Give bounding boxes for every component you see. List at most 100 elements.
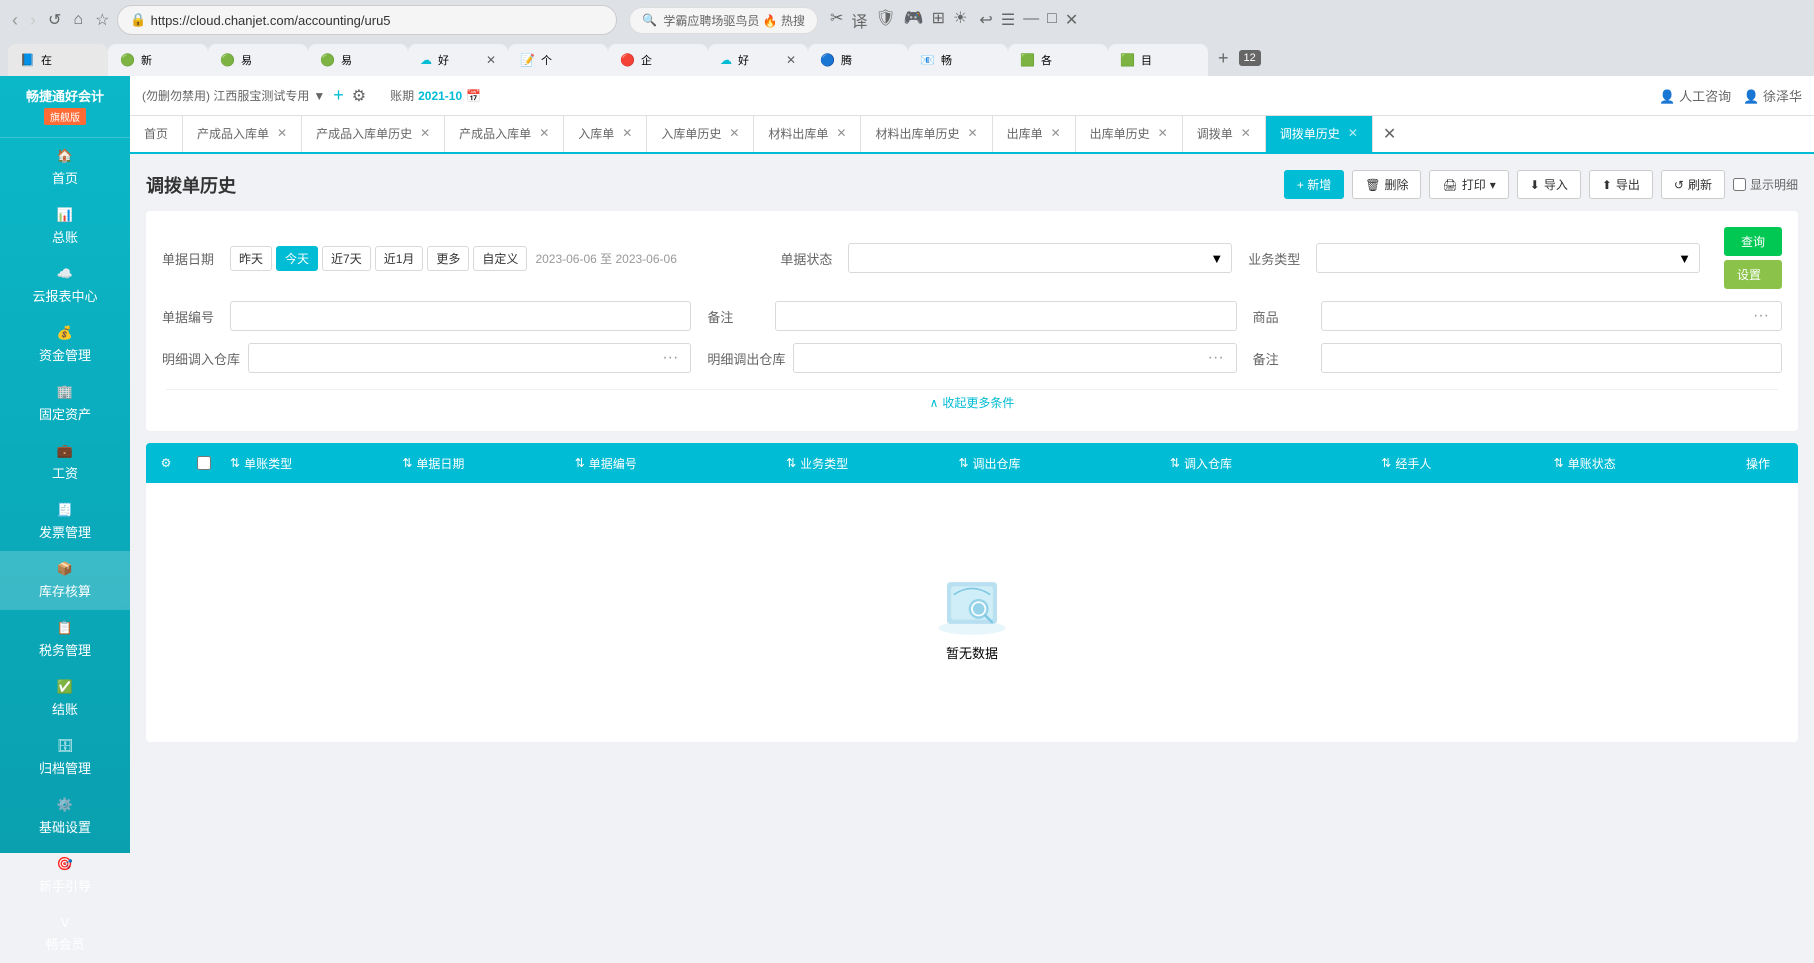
sidebar-item-ledger[interactable]: 📊 总账 [0,197,130,256]
th-biz[interactable]: ⇅ 业务类型 [778,455,950,472]
tab-close-out[interactable]: ✕ [1051,126,1061,140]
minimize-btn[interactable]: — [1023,10,1039,30]
sidebar-item-reports[interactable]: ☁️ 云报表中心 [0,256,130,315]
address-bar[interactable]: 🔒 https://cloud.chanjet.com/accounting/u… [117,5,617,35]
browser-tab-2[interactable]: 🟢 易 [208,44,308,76]
tab-close-4[interactable]: ✕ [486,53,496,67]
date-btn-yesterday[interactable]: 昨天 [230,246,272,271]
browser-home[interactable]: ⌂ [69,7,87,33]
refresh-btn[interactable]: ↺ 刷新 [1661,170,1725,199]
tab-close-out-history[interactable]: ✕ [1158,126,1168,140]
browser-tab-8[interactable]: 🔵 腾 [808,44,908,76]
new-tab-btn[interactable]: + [1208,42,1239,75]
tab-home[interactable]: 首页 [130,116,183,152]
th-handler[interactable]: ⇅ 经手人 [1373,455,1545,472]
collapse-btn[interactable]: ∧ 收起更多条件 [166,394,1778,411]
print-btn[interactable]: 🖨 打印 ▾ [1429,170,1508,199]
browser-tab-10[interactable]: 🟩 各 [1008,44,1108,76]
sidebar-item-member[interactable]: V 畅会员 [0,905,130,963]
browser-reload[interactable]: ↺ [44,6,65,34]
tab-product-in-history[interactable]: 产成品入库单历史 ✕ [302,116,445,152]
export-btn[interactable]: ⬆ 导出 [1589,170,1653,199]
sidebar-item-tax[interactable]: 📋 税务管理 [0,610,130,669]
tab-in[interactable]: 入库单 ✕ [564,116,647,152]
tab-out-history[interactable]: 出库单历史 ✕ [1076,116,1183,152]
menu-icon[interactable]: ☰ [1001,10,1015,30]
browser-tab-11[interactable]: 🟩 目 [1108,44,1208,76]
detail-out-ellipsis-btn[interactable]: ··· [1204,349,1228,367]
query-btn[interactable]: 查询 [1724,227,1782,256]
goods-ellipsis-btn[interactable]: ··· [1749,307,1773,325]
tab-close-product-in-history[interactable]: ✕ [420,126,430,140]
browser-tab-3[interactable]: 🟢 易 [308,44,408,76]
sidebar-item-funds[interactable]: 💰 资金管理 [0,315,130,374]
remark-input[interactable] [775,301,1236,331]
tab-close-transfer-history[interactable]: ✕ [1348,126,1358,140]
browser-tab-4[interactable]: ☁ 好 ✕ [408,44,508,76]
settings-config-btn[interactable]: 设置 [1724,260,1782,289]
th-gear[interactable]: ⚙ [146,456,186,470]
grid-icon[interactable]: ⊞ [932,8,945,32]
tab-close-7[interactable]: ✕ [786,53,796,67]
doc-num-input[interactable] [230,301,691,331]
tab-close-product-in-2[interactable]: ✕ [539,126,549,140]
undo-icon[interactable]: ↩ [979,10,992,30]
detail-out-input-wrapper[interactable]: ··· [793,343,1236,373]
date-btn-custom[interactable]: 自定义 [473,246,527,271]
new-btn[interactable]: + 新增 [1284,170,1344,199]
translate-icon[interactable]: 译 [851,8,867,32]
settings-gear-icon[interactable]: ⚙ [352,86,366,106]
browser-tab-6[interactable]: 🔴 企 [608,44,708,76]
sidebar-item-salary[interactable]: 💼 工资 [0,433,130,492]
maximize-btn[interactable]: □ [1047,10,1057,30]
tab-in-history[interactable]: 入库单历史 ✕ [647,116,754,152]
tab-transfer[interactable]: 调拨单 ✕ [1183,116,1266,152]
browser-search[interactable]: 🔍 学霸应聘场驱鸟员 🔥 热搜 [629,7,818,34]
th-checkbox[interactable] [186,456,222,470]
gamepad-icon[interactable]: 🎮 [904,8,924,32]
tab-close-material-out[interactable]: ✕ [836,126,846,140]
tab-out[interactable]: 出库单 ✕ [993,116,1076,152]
sidebar-item-home[interactable]: 🏠 首页 [0,138,130,197]
date-btn-today[interactable]: 今天 [276,246,318,271]
sidebar-item-archive[interactable]: 🗄 归档管理 [0,728,130,787]
browser-tab-5[interactable]: 📝 个 [508,44,608,76]
detail-in-input-wrapper[interactable]: ··· [248,343,691,373]
th-date[interactable]: ⇅ 单据日期 [394,455,566,472]
sidebar-item-close[interactable]: ✅ 结账 [0,669,130,728]
browser-tab-9[interactable]: 📧 畅 [908,44,1008,76]
close-btn[interactable]: ✕ [1065,10,1078,30]
sidebar-item-settings[interactable]: ⚙️ 基础设置 [0,787,130,846]
date-btn-7days[interactable]: 近7天 [322,246,371,271]
tab-transfer-history[interactable]: 调拨单历史 ✕ [1266,116,1373,152]
tab-product-in[interactable]: 产成品入库单 ✕ [183,116,302,152]
browser-tab-1[interactable]: 🟢 新 [108,44,208,76]
company-selector[interactable]: (勿删勿禁用) 江西服宝测试专用 ▼ [142,87,325,104]
shield-icon[interactable]: 🛡 [875,8,895,32]
th-num[interactable]: ⇅ 单据编号 [567,455,778,472]
browser-tab-0[interactable]: 📘 在 [8,44,108,76]
brightness-icon[interactable]: ☀ [953,8,967,32]
show-columns-checkbox[interactable] [1733,178,1746,191]
browser-nav-forward[interactable]: › [26,6,40,35]
th-in[interactable]: ⇅ 调入仓库 [1162,455,1373,472]
show-columns-toggle[interactable]: 显示明细 [1733,176,1798,193]
browser-tab-7[interactable]: ☁ 好 ✕ [708,44,808,76]
tab-material-out[interactable]: 材料出库单 ✕ [754,116,861,152]
calendar-icon[interactable]: 📅 [466,89,481,103]
service-btn[interactable]: 👤 人工咨询 [1659,86,1731,105]
add-company-btn[interactable]: + [333,85,344,106]
biz-type-dropdown[interactable]: ▼ [1316,243,1700,273]
date-btn-1month[interactable]: 近1月 [375,246,424,271]
browser-star[interactable]: ☆ [91,6,113,34]
goods-input-wrapper[interactable]: ··· [1321,301,1782,331]
remark2-input[interactable] [1321,343,1782,373]
tab-product-in-2[interactable]: 产成品入库单 ✕ [445,116,564,152]
date-btn-more[interactable]: 更多 [427,246,469,271]
browser-nav-back[interactable]: ‹ [8,6,22,35]
tab-close-material-out-history[interactable]: ✕ [968,126,978,140]
select-all-checkbox[interactable] [197,456,211,470]
tab-material-out-history[interactable]: 材料出库单历史 ✕ [861,116,992,152]
sidebar-item-assets[interactable]: 🏢 固定资产 [0,374,130,433]
sidebar-item-inventory[interactable]: 📦 库存核算 [0,551,130,610]
